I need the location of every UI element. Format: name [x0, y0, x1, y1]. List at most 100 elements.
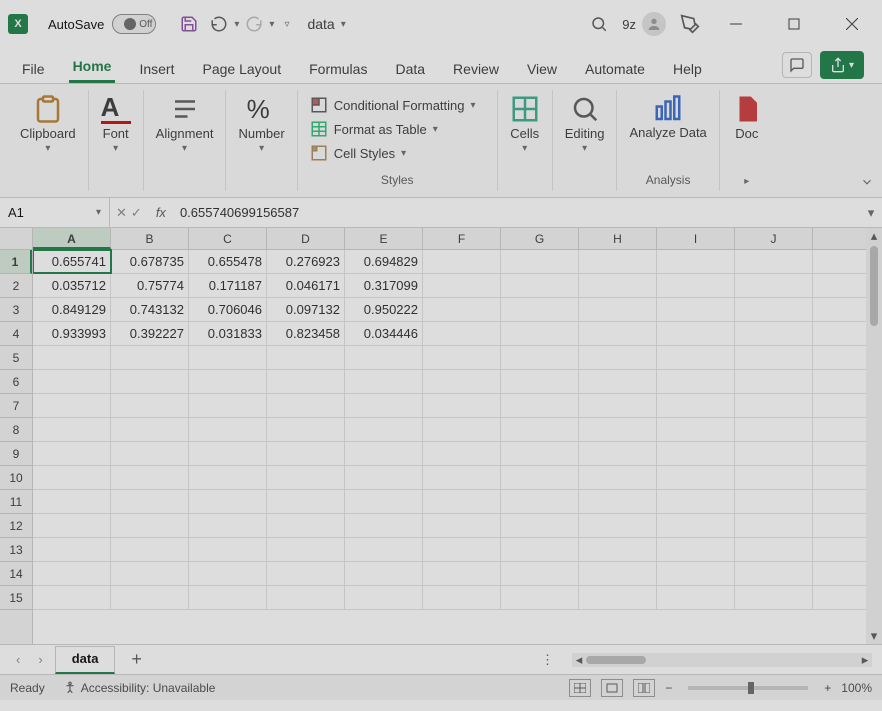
- cell-A2[interactable]: 0.035712: [33, 274, 111, 297]
- row-header-10[interactable]: 10: [0, 466, 32, 490]
- sheet-nav-prev[interactable]: ‹: [10, 652, 26, 667]
- cell-C8[interactable]: [189, 418, 267, 441]
- cell-G5[interactable]: [501, 346, 579, 369]
- cell-F14[interactable]: [423, 562, 501, 585]
- cell-G10[interactable]: [501, 466, 579, 489]
- cell-C7[interactable]: [189, 394, 267, 417]
- column-header-J[interactable]: J: [735, 228, 813, 249]
- cell-E3[interactable]: 0.950222: [345, 298, 423, 321]
- cell-A1[interactable]: 0.655741: [33, 250, 111, 273]
- cell-J6[interactable]: [735, 370, 813, 393]
- number-button[interactable]: % Number ▾: [238, 94, 284, 154]
- cell-G2[interactable]: [501, 274, 579, 297]
- cell-C1[interactable]: 0.655478: [189, 250, 267, 273]
- cell-F11[interactable]: [423, 490, 501, 513]
- tab-page-layout[interactable]: Page Layout: [198, 55, 285, 83]
- cell-C12[interactable]: [189, 514, 267, 537]
- trunc-chevron-icon[interactable]: ▸: [744, 176, 749, 187]
- row-header-15[interactable]: 15: [0, 586, 32, 610]
- column-header-B[interactable]: B: [111, 228, 189, 249]
- cell-G6[interactable]: [501, 370, 579, 393]
- cell-C6[interactable]: [189, 370, 267, 393]
- cell-D13[interactable]: [267, 538, 345, 561]
- cell-B3[interactable]: 0.743132: [111, 298, 189, 321]
- cell-I2[interactable]: [657, 274, 735, 297]
- cell-F1[interactable]: [423, 250, 501, 273]
- cell-H9[interactable]: [579, 442, 657, 465]
- cell-D12[interactable]: [267, 514, 345, 537]
- column-header-F[interactable]: F: [423, 228, 501, 249]
- cell-J13[interactable]: [735, 538, 813, 561]
- cell-E4[interactable]: 0.034446: [345, 322, 423, 345]
- row-header-11[interactable]: 11: [0, 490, 32, 514]
- fx-icon[interactable]: fx: [156, 205, 166, 220]
- cell-A10[interactable]: [33, 466, 111, 489]
- column-header-C[interactable]: C: [189, 228, 267, 249]
- name-box[interactable]: A1 ▾: [0, 198, 110, 227]
- cell-G14[interactable]: [501, 562, 579, 585]
- cell-D2[interactable]: 0.046171: [267, 274, 345, 297]
- cell-I12[interactable]: [657, 514, 735, 537]
- view-page-layout-button[interactable]: [601, 679, 623, 697]
- cell-C4[interactable]: 0.031833: [189, 322, 267, 345]
- cell-I1[interactable]: [657, 250, 735, 273]
- scroll-thumb[interactable]: [870, 246, 878, 326]
- cell-E10[interactable]: [345, 466, 423, 489]
- cell-J9[interactable]: [735, 442, 813, 465]
- autosave-toggle[interactable]: Off: [112, 14, 156, 34]
- editing-button[interactable]: Editing ▾: [565, 94, 605, 154]
- cell-F7[interactable]: [423, 394, 501, 417]
- search-icon[interactable]: [590, 15, 608, 33]
- cell-F12[interactable]: [423, 514, 501, 537]
- undo-dropdown-icon[interactable]: ▾: [234, 19, 239, 30]
- cell-F3[interactable]: [423, 298, 501, 321]
- cell-E8[interactable]: [345, 418, 423, 441]
- cell-A6[interactable]: [33, 370, 111, 393]
- row-header-4[interactable]: 4: [0, 322, 32, 346]
- cell-B4[interactable]: 0.392227: [111, 322, 189, 345]
- cell-G8[interactable]: [501, 418, 579, 441]
- cell-A13[interactable]: [33, 538, 111, 561]
- cell-E1[interactable]: 0.694829: [345, 250, 423, 273]
- scroll-down-icon[interactable]: ▾: [871, 628, 878, 644]
- cell-G3[interactable]: [501, 298, 579, 321]
- row-header-9[interactable]: 9: [0, 442, 32, 466]
- cell-C5[interactable]: [189, 346, 267, 369]
- cell-I5[interactable]: [657, 346, 735, 369]
- cell-G13[interactable]: [501, 538, 579, 561]
- cell-J2[interactable]: [735, 274, 813, 297]
- redo-button[interactable]: [241, 11, 267, 37]
- cell-B8[interactable]: [111, 418, 189, 441]
- cell-A9[interactable]: [33, 442, 111, 465]
- file-name-chevron-icon[interactable]: ▾: [341, 19, 346, 30]
- view-page-break-button[interactable]: [633, 679, 655, 697]
- scroll-right-icon[interactable]: ▸: [858, 652, 872, 668]
- cell-J11[interactable]: [735, 490, 813, 513]
- cell-J7[interactable]: [735, 394, 813, 417]
- cell-E15[interactable]: [345, 586, 423, 609]
- cell-J12[interactable]: [735, 514, 813, 537]
- cell-C9[interactable]: [189, 442, 267, 465]
- cell-E12[interactable]: [345, 514, 423, 537]
- cancel-fx-button[interactable]: ✕: [116, 205, 127, 221]
- cell-G9[interactable]: [501, 442, 579, 465]
- cell-styles-button[interactable]: Cell Styles ▾: [310, 144, 406, 162]
- cell-D6[interactable]: [267, 370, 345, 393]
- share-button[interactable]: ▾: [820, 51, 864, 79]
- scroll-left-icon[interactable]: ◂: [572, 652, 586, 668]
- cell-B14[interactable]: [111, 562, 189, 585]
- save-button[interactable]: [176, 11, 202, 37]
- accessibility-status[interactable]: Accessibility: Unavailable: [63, 681, 216, 695]
- select-all-corner[interactable]: [0, 228, 32, 250]
- cell-B5[interactable]: [111, 346, 189, 369]
- cell-E13[interactable]: [345, 538, 423, 561]
- autosave-control[interactable]: AutoSave Off: [48, 14, 156, 34]
- cells-area[interactable]: 0.6557410.6787350.6554780.2769230.694829…: [33, 250, 882, 610]
- cell-F10[interactable]: [423, 466, 501, 489]
- cell-B1[interactable]: 0.678735: [111, 250, 189, 273]
- cell-I10[interactable]: [657, 466, 735, 489]
- cell-E9[interactable]: [345, 442, 423, 465]
- cell-H13[interactable]: [579, 538, 657, 561]
- cell-G12[interactable]: [501, 514, 579, 537]
- cell-E11[interactable]: [345, 490, 423, 513]
